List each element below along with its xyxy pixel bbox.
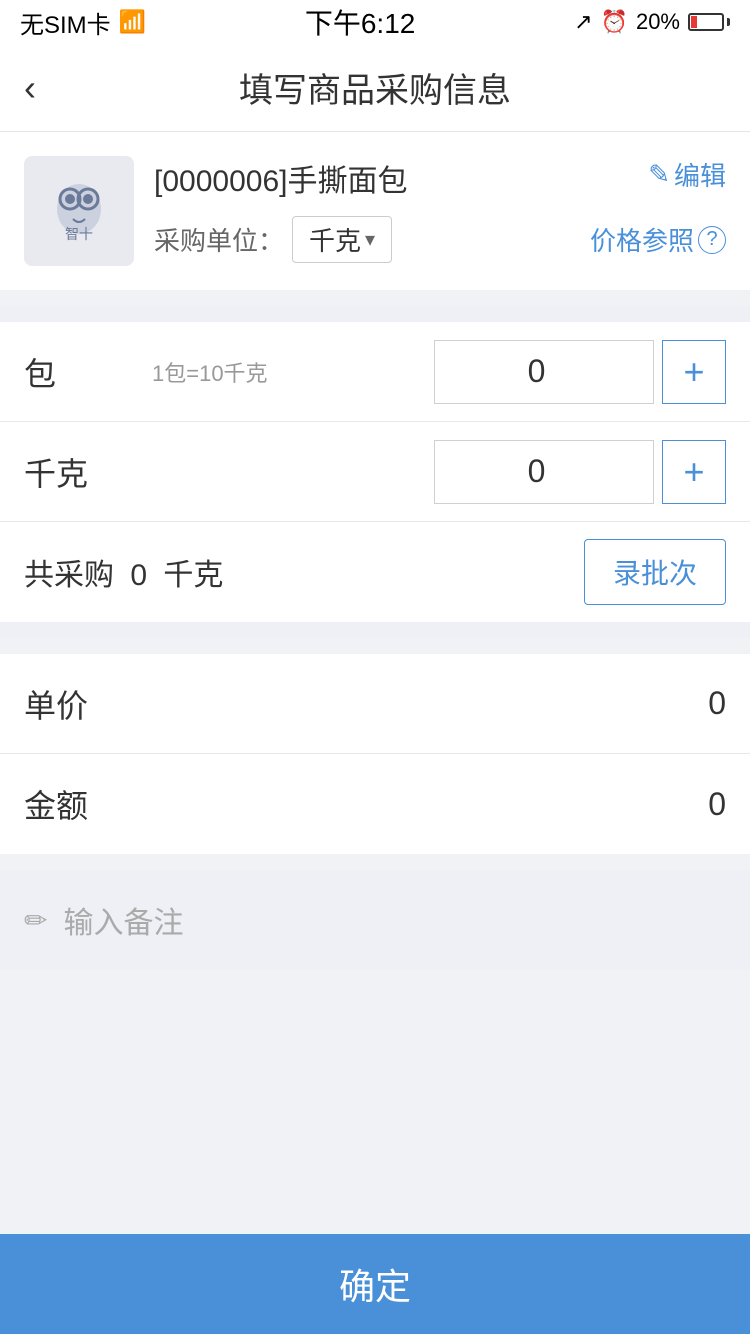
product-card: 智十 [0000006]手撕面包 ✎ 编辑 采购单位： 千克 ▾ 价格参照 ? bbox=[0, 132, 750, 290]
battery-percent: 20% bbox=[636, 9, 680, 35]
page-title: 填写商品采购信息 bbox=[239, 63, 511, 112]
confirm-label: 确定 bbox=[339, 1258, 411, 1310]
batch-button[interactable]: 录批次 bbox=[584, 539, 726, 605]
bag-sublabel: 1包=10千克 bbox=[152, 356, 268, 388]
section-divider-2 bbox=[0, 622, 750, 638]
kg-input-row: 千克 + bbox=[0, 422, 750, 522]
status-left: 无SIM卡 📶 bbox=[20, 5, 146, 40]
summary-unit: 千克 bbox=[163, 559, 223, 592]
svg-text:智十: 智十 bbox=[65, 226, 93, 241]
bag-label: 包 bbox=[24, 349, 144, 395]
summary-prefix: 共采购 bbox=[24, 559, 114, 592]
price-ref-button[interactable]: 价格参照 ? bbox=[590, 221, 726, 258]
price-ref-label: 价格参照 bbox=[590, 221, 694, 258]
alarm-icon: ⏰ bbox=[601, 9, 628, 35]
unit-price-row: 单价 0 bbox=[0, 654, 750, 754]
product-unit-row: 采购单位： 千克 ▾ 价格参照 ? bbox=[154, 216, 726, 263]
input-section: 包 1包=10千克 + 千克 + bbox=[0, 322, 750, 522]
product-logo: 智十 bbox=[44, 171, 114, 251]
notes-placeholder: 输入备注 bbox=[63, 898, 183, 942]
kg-input-right: + bbox=[434, 440, 726, 504]
dropdown-arrow-icon: ▾ bbox=[365, 227, 375, 252]
edit-button[interactable]: ✎ 编辑 bbox=[648, 156, 726, 193]
status-right: ↗ ⏰ 20% bbox=[574, 9, 730, 35]
section-divider-1 bbox=[0, 306, 750, 322]
notes-section[interactable]: ✏ 输入备注 bbox=[0, 870, 750, 970]
status-bar: 无SIM卡 📶 下午6:12 ↗ ⏰ 20% bbox=[0, 0, 750, 44]
unit-selector-group: 采购单位： 千克 ▾ bbox=[154, 216, 392, 263]
unit-select[interactable]: 千克 ▾ bbox=[292, 216, 392, 263]
unit-price-label: 单价 bbox=[24, 681, 88, 727]
back-button[interactable]: ‹ bbox=[24, 67, 36, 109]
bottom-spacer bbox=[0, 970, 750, 1070]
amount-row: 金额 0 bbox=[0, 754, 750, 854]
bag-input-right: + bbox=[434, 340, 726, 404]
product-header: [0000006]手撕面包 ✎ 编辑 bbox=[154, 156, 726, 200]
location-icon: ↗ bbox=[574, 9, 592, 35]
battery-icon bbox=[688, 13, 730, 31]
edit-label: 编辑 bbox=[674, 156, 726, 193]
product-image: 智十 bbox=[24, 156, 134, 266]
pencil-icon: ✏ bbox=[24, 904, 47, 937]
summary-amount: 0 bbox=[130, 559, 147, 592]
kg-label: 千克 bbox=[24, 449, 144, 495]
kg-quantity-input[interactable] bbox=[434, 440, 654, 504]
unit-label: 采购单位： bbox=[154, 221, 284, 258]
product-name: [0000006]手撕面包 bbox=[154, 156, 407, 200]
bag-input-row: 包 1包=10千克 + bbox=[0, 322, 750, 422]
wifi-icon: 📶 bbox=[119, 9, 146, 35]
edit-icon: ✎ bbox=[648, 159, 670, 190]
carrier-text: 无SIM卡 bbox=[20, 5, 111, 40]
bag-plus-button[interactable]: + bbox=[662, 340, 726, 404]
product-info: [0000006]手撕面包 ✎ 编辑 采购单位： 千克 ▾ 价格参照 ? bbox=[154, 156, 726, 263]
amount-label: 金额 bbox=[24, 781, 88, 827]
unit-value: 千克 bbox=[309, 221, 361, 258]
price-section: 单价 0 金额 0 bbox=[0, 654, 750, 854]
amount-value: 0 bbox=[708, 786, 726, 823]
bag-quantity-input[interactable] bbox=[434, 340, 654, 404]
unit-price-value: 0 bbox=[708, 685, 726, 722]
help-icon: ? bbox=[698, 226, 726, 254]
status-time: 下午6:12 bbox=[305, 2, 416, 42]
kg-plus-button[interactable]: + bbox=[662, 440, 726, 504]
confirm-button[interactable]: 确定 bbox=[0, 1234, 750, 1334]
summary-row: 共采购 0 千克 录批次 bbox=[0, 522, 750, 622]
summary-text: 共采购 0 千克 bbox=[24, 550, 223, 594]
nav-bar: ‹ 填写商品采购信息 bbox=[0, 44, 750, 132]
